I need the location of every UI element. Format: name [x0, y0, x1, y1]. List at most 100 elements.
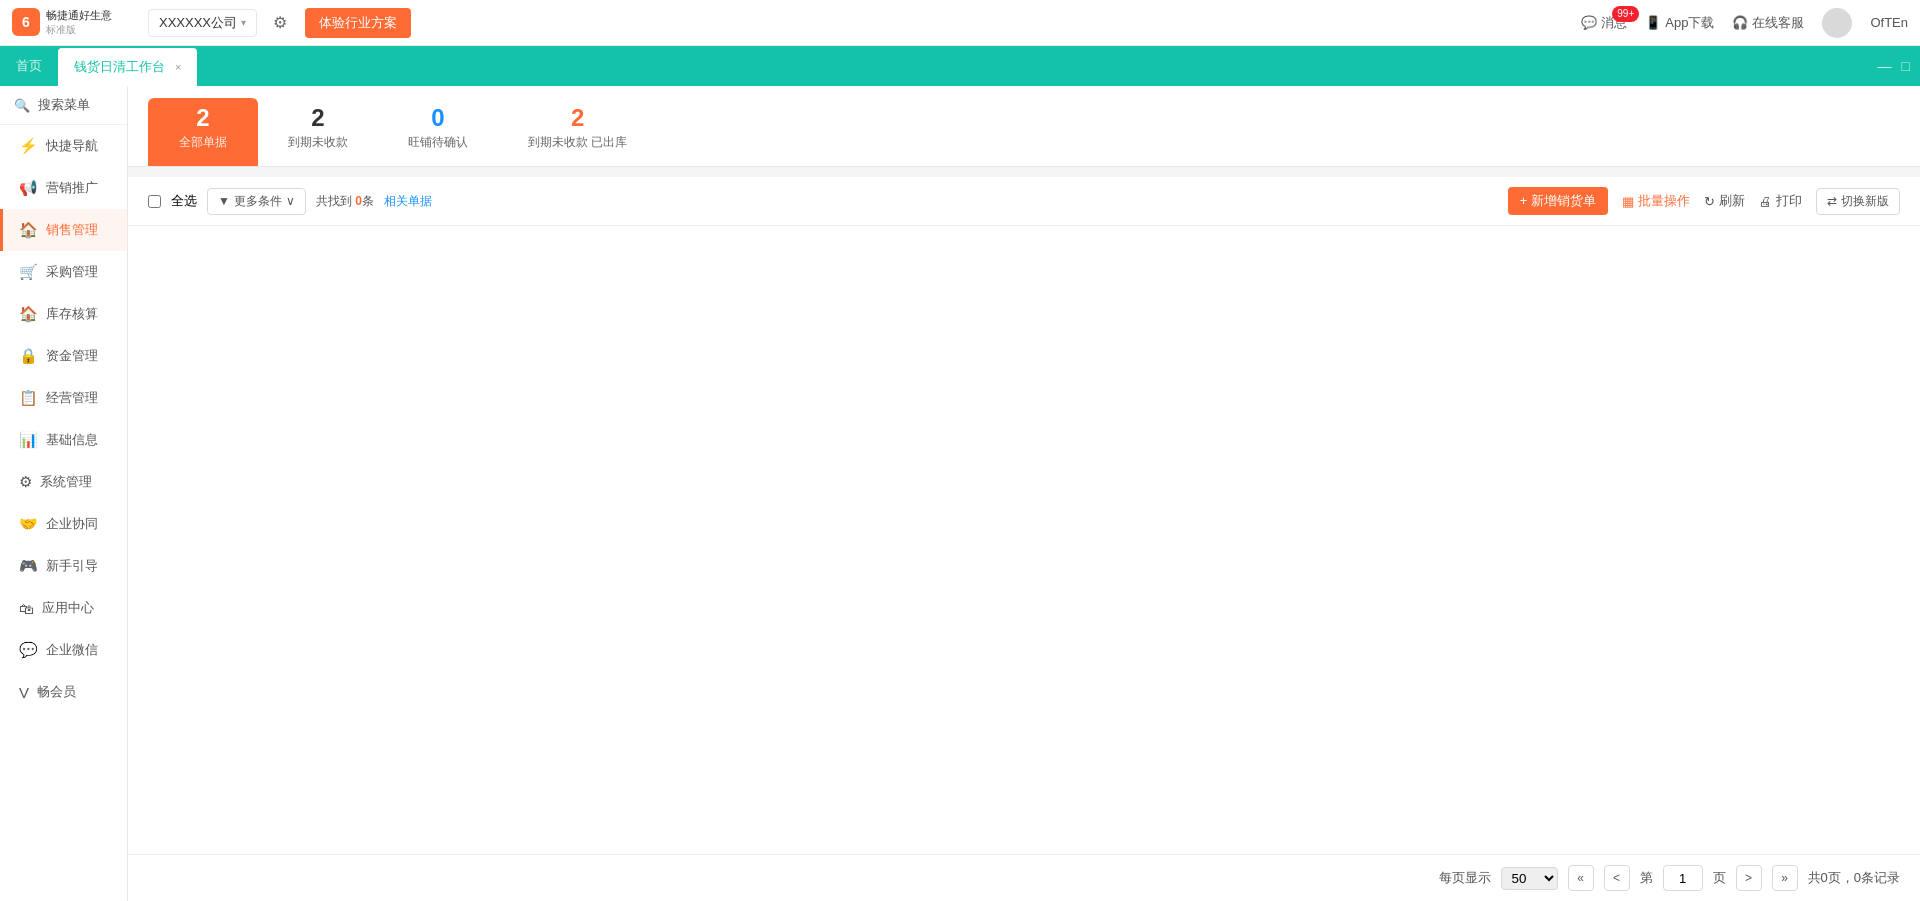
last-page-button[interactable]: » [1772, 865, 1798, 891]
switch-new-version-button[interactable]: ⇄ 切换新版 [1816, 188, 1900, 215]
refresh-icon: ↻ [1704, 194, 1715, 209]
operation-icon: 📋 [19, 389, 38, 407]
batch-operation-button[interactable]: ▦ 批量操作 [1622, 192, 1690, 210]
system-icon: ⚙ [19, 473, 32, 491]
window-minimize-icon[interactable]: — [1878, 58, 1892, 74]
print-button[interactable]: 🖨 打印 [1759, 192, 1802, 210]
per-page-select[interactable]: 50 100 200 [1501, 867, 1558, 890]
app-download-btn[interactable]: 📱 App下载 [1645, 14, 1714, 32]
stat-label-shipped: 到期未收款 已出库 [528, 134, 627, 151]
select-all-checkbox[interactable] [148, 195, 161, 208]
stat-tab-pending[interactable]: 0 旺铺待确认 [378, 98, 498, 166]
batch-icon: ▦ [1622, 194, 1634, 209]
app-center-icon: 🛍 [19, 600, 34, 617]
trial-button[interactable]: 体验行业方案 [305, 8, 411, 38]
logo-icon: 6 [12, 8, 40, 36]
sidebar-item-operation[interactable]: 📋 经营管理 [0, 377, 127, 419]
sidebar-item-inventory[interactable]: 🏠 库存核算 [0, 293, 127, 335]
settings-icon[interactable]: ⚙ [265, 8, 295, 38]
sidebar-item-enterprise[interactable]: 🤝 企业协同 [0, 503, 127, 545]
select-all-label: 全选 [171, 192, 197, 210]
logo-text: 畅捷通好生意 [46, 8, 112, 22]
stat-num-shipped: 2 [571, 106, 584, 130]
top-navigation: 6 畅捷通好生意 标准版 XXXXXX公司 ▾ ⚙ 体验行业方案 💬 消息 99… [0, 0, 1920, 46]
sidebar-item-purchase[interactable]: 🛒 采购管理 [0, 251, 127, 293]
table-area [128, 226, 1920, 854]
sidebar-item-base-info[interactable]: 📊 基础信息 [0, 419, 127, 461]
tab-bar-actions: — □ [1878, 58, 1920, 74]
stat-tab-overdue[interactable]: 2 到期未收款 [258, 98, 378, 166]
avatar[interactable] [1822, 8, 1852, 38]
stat-num-pending: 0 [431, 106, 444, 130]
message-btn[interactable]: 💬 消息 99+ [1581, 14, 1627, 32]
stat-num-all: 2 [196, 106, 209, 130]
download-icon: 📱 [1645, 15, 1661, 30]
print-icon: 🖨 [1759, 194, 1772, 209]
sidebar: 🔍 搜索菜单 ⚡ 快捷导航 📢 营销推广 🏠 销售管理 🛒 采购管理 🏠 库存核… [0, 86, 128, 901]
sidebar-item-capital[interactable]: 🔒 资金管理 [0, 335, 127, 377]
window-maximize-icon[interactable]: □ [1902, 58, 1910, 74]
next-page-button[interactable]: > [1736, 865, 1762, 891]
toolbar-left: 全选 ▼ 更多条件 ∨ 共找到 0条 相关单据 [148, 188, 1496, 215]
stats-tabs: 2 全部单据 2 到期未收款 0 旺铺待确认 2 到期未收款 已出库 [128, 86, 1920, 167]
filter-icon: ▼ [218, 194, 230, 208]
tab-home[interactable]: 首页 [0, 46, 58, 86]
capital-icon: 🔒 [19, 347, 38, 365]
toolbar: 全选 ▼ 更多条件 ∨ 共找到 0条 相关单据 + 新增销货单 ▦ 批量操作 [128, 177, 1920, 226]
stat-tab-all[interactable]: 2 全部单据 [148, 98, 258, 166]
company-selector[interactable]: XXXXXX公司 ▾ [148, 9, 257, 37]
close-icon[interactable]: × [175, 61, 181, 73]
found-count: 0 [355, 194, 362, 208]
sidebar-item-guide[interactable]: 🎮 新手引导 [0, 545, 127, 587]
stat-num-overdue: 2 [311, 106, 324, 130]
sales-icon: 🏠 [19, 221, 38, 239]
user-name: OfTEn [1870, 15, 1908, 30]
sidebar-item-quick-nav[interactable]: ⚡ 快捷导航 [0, 125, 127, 167]
sidebar-item-wechat[interactable]: 💬 企业微信 [0, 629, 127, 671]
pagination-bar: 每页显示 50 100 200 « < 第 页 > » 共0页，0条记录 [128, 854, 1920, 901]
purchase-icon: 🛒 [19, 263, 38, 281]
sidebar-item-system[interactable]: ⚙ 系统管理 [0, 461, 127, 503]
online-service-btn[interactable]: 🎧 在线客服 [1732, 14, 1804, 32]
base-info-icon: 📊 [19, 431, 38, 449]
quick-nav-icon: ⚡ [19, 137, 38, 155]
content-area: 2 全部单据 2 到期未收款 0 旺铺待确认 2 到期未收款 已出库 全选 [128, 86, 1920, 901]
switch-icon: ⇄ [1827, 194, 1837, 208]
stat-label-pending: 旺铺待确认 [408, 134, 468, 151]
chevron-down-icon: ∨ [286, 194, 295, 208]
sidebar-item-app-center[interactable]: 🛍 应用中心 [0, 587, 127, 629]
stat-tab-shipped[interactable]: 2 到期未收款 已出库 [498, 98, 657, 166]
page-prefix: 第 [1640, 869, 1653, 887]
page-number-input[interactable] [1663, 865, 1703, 891]
wechat-icon: 💬 [19, 641, 38, 659]
marketing-icon: 📢 [19, 179, 38, 197]
stat-label-all: 全部单据 [179, 134, 227, 151]
guide-icon: 🎮 [19, 557, 38, 575]
stat-label-overdue: 到期未收款 [288, 134, 348, 151]
nav-right: 💬 消息 99+ 📱 App下载 🎧 在线客服 OfTEn [1581, 8, 1908, 38]
search-menu[interactable]: 🔍 搜索菜单 [0, 86, 127, 125]
sidebar-item-sales[interactable]: 🏠 销售管理 [0, 209, 127, 251]
page-suffix: 页 [1713, 869, 1726, 887]
main-layout: 🔍 搜索菜单 ⚡ 快捷导航 📢 营销推广 🏠 销售管理 🛒 采购管理 🏠 库存核… [0, 86, 1920, 901]
message-icon: 💬 [1581, 15, 1597, 30]
search-icon: 🔍 [14, 98, 30, 113]
tab-workbench[interactable]: 钱货日清工作台 × [58, 48, 197, 86]
first-page-button[interactable]: « [1568, 865, 1594, 891]
logo-badge: 标准版 [46, 23, 112, 37]
total-info: 共0页，0条记录 [1808, 869, 1900, 887]
chevron-down-icon: ▾ [241, 17, 246, 28]
enterprise-icon: 🤝 [19, 515, 38, 533]
new-sales-button[interactable]: + 新增销货单 [1508, 187, 1608, 215]
related-link[interactable]: 相关单据 [384, 193, 432, 210]
prev-page-button[interactable]: < [1604, 865, 1630, 891]
sidebar-item-marketing[interactable]: 📢 营销推广 [0, 167, 127, 209]
inventory-icon: 🏠 [19, 305, 38, 323]
sidebar-item-member[interactable]: V 畅会员 [0, 671, 127, 713]
message-badge: 99+ [1612, 6, 1639, 22]
logo-area: 6 畅捷通好生意 标准版 [12, 8, 140, 36]
refresh-button[interactable]: ↻ 刷新 [1704, 192, 1745, 210]
member-icon: V [19, 684, 29, 701]
filter-button[interactable]: ▼ 更多条件 ∨ [207, 188, 306, 215]
found-text: 共找到 0条 [316, 193, 374, 210]
